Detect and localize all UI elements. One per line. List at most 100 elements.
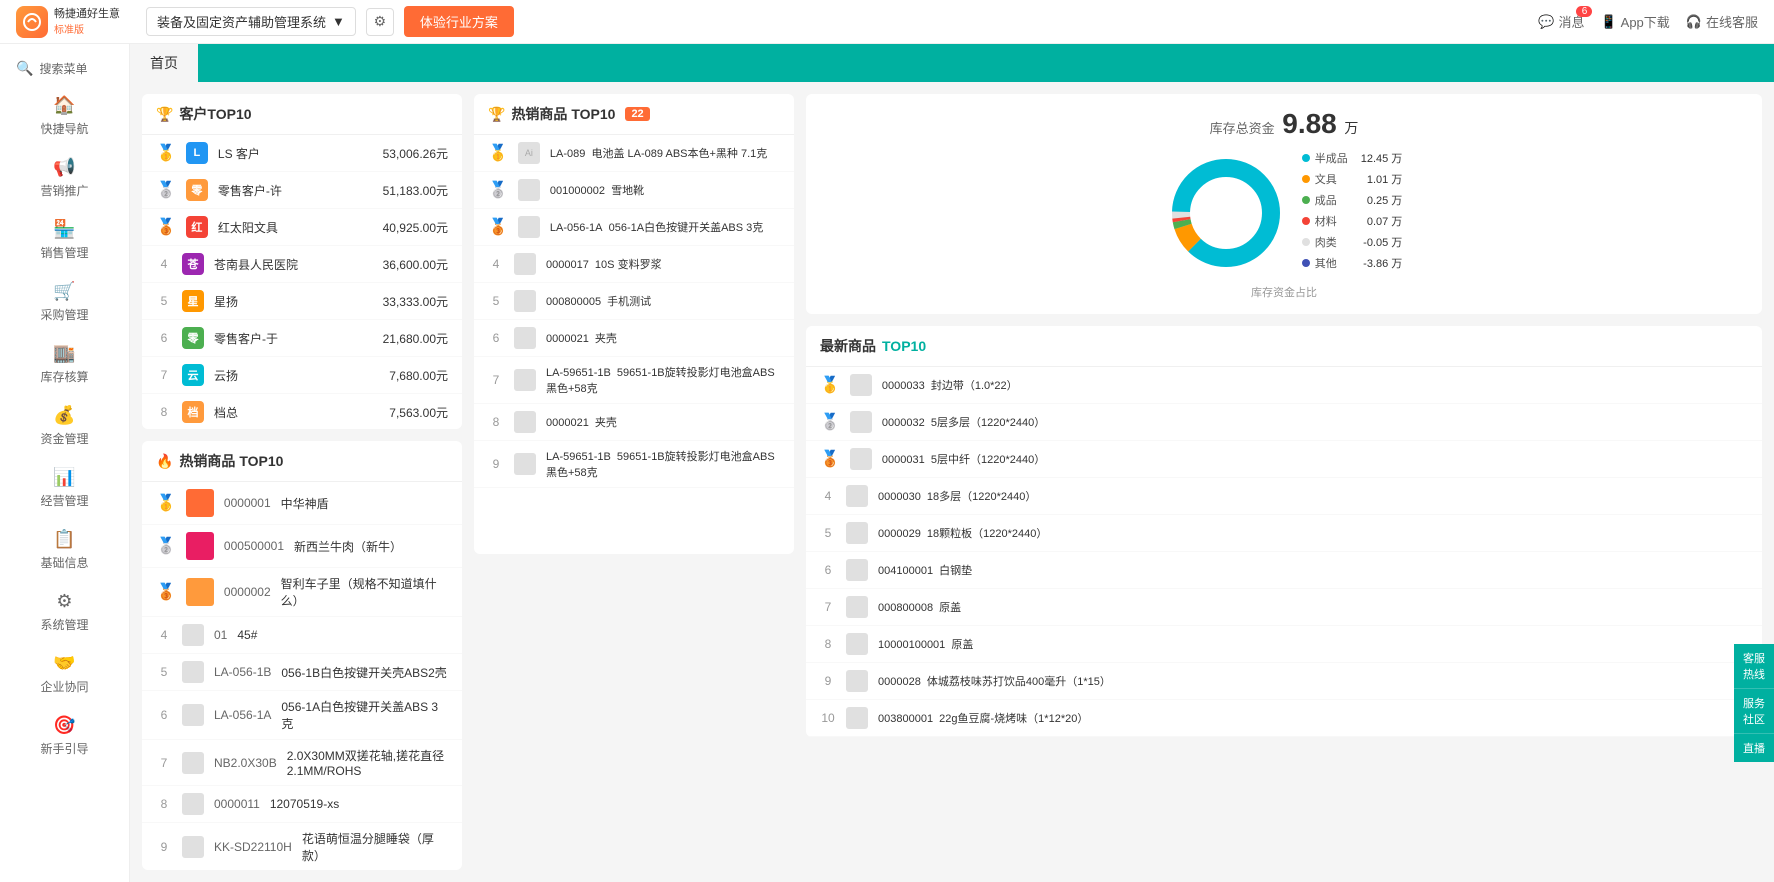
sold-product-8[interactable]: 8 0000021 夹壳 [474,404,794,441]
hot-product-3[interactable]: 🥉 0000002 智利车子里（规格不知道填什么） [142,568,462,617]
inventory-legend: 半成品 12.45 万 文具 1.01 万 成品 0 [1302,150,1403,276]
new-product-img-5 [846,522,868,544]
sold-product-9[interactable]: 9 LA-59651-1B 59651-1B旋转投影灯电池盒ABS黑色+58克 [474,441,794,488]
sold-product-7[interactable]: 7 LA-59651-1B 59651-1B旋转投影灯电池盒ABS黑色+58克 [474,357,794,404]
customer-item-6[interactable]: 6 零 零售客户-于 21,680.00元 [142,320,462,357]
new-product-8[interactable]: 8 10000100001 原盖 [806,626,1762,663]
new-product-7[interactable]: 7 000800008 原盖 [806,589,1762,626]
new-product-10[interactable]: 10 003800001 22g鱼豆腐-烧烤味（1*12*20） [806,700,1762,737]
sidebar-item-purchase[interactable]: 🛒 采购管理 [0,271,129,333]
new-product-img-3 [850,448,872,470]
hot-product-5[interactable]: 5 LA-056-1B 056-1B白色按键开关壳ABS2壳 [142,654,462,691]
sales-icon: 🏪 [53,219,75,240]
new-product-9[interactable]: 9 0000028 体城荔枝味苏打饮品400毫升（1*15） [806,663,1762,700]
customer-value-8: 7,563.00元 [389,404,448,421]
legend-dot-1 [1302,154,1310,162]
sold-product-1[interactable]: 🥇 Ai LA-089 电池盖 LA-089 ABS本色+黑种 7.1克 [474,135,794,172]
customer-item-3[interactable]: 🥉 红 红太阳文具 40,925.00元 [142,209,462,246]
hot-product-1[interactable]: 🥇 0000001 中华神盾 [142,482,462,525]
fire-icon: 🔥 [156,453,173,470]
customer-item-1[interactable]: 🥇 L LS 客户 53,006.26元 [142,135,462,172]
message-button[interactable]: 💬 消息 6 [1538,12,1584,31]
legend-item-5: 肉类 -0.05 万 [1302,234,1403,250]
hot-product-7[interactable]: 7 NB2.0X30B 2.0X30MM双搓花轴,搓花直径2.1MM/ROHS [142,740,462,786]
marketing-icon: 📢 [53,157,75,178]
avatar-5: 星 [182,290,204,312]
sidebar-item-management[interactable]: 📊 经营管理 [0,457,129,519]
app-download-button[interactable]: 📱 App下载 [1600,12,1669,31]
sold-product-2[interactable]: 🥈 001000002 雪地靴 [474,172,794,209]
avatar-2: 零 [186,179,208,201]
sold-product-5[interactable]: 5 000800005 手机测试 [474,283,794,320]
avatar-6: 零 [182,327,204,349]
hot-product-9[interactable]: 9 KK-SD22110H 花语萌恒温分腿睡袋（厚款） [142,823,462,870]
medal-3-icon: 🥉 [156,217,176,237]
customer-item-7[interactable]: 7 云 云扬 7,680.00元 [142,357,462,394]
new-product-4[interactable]: 4 0000030 18多层（1220*2440） [806,478,1762,515]
avatar-1: L [186,142,208,164]
hot-product-6[interactable]: 6 LA-056-1A 056-1A白色按键开关盖ABS 3克 [142,691,462,740]
system-selector[interactable]: 装备及固定资产辅助管理系统 ▼ [146,7,356,36]
customer-value-4: 36,600.00元 [383,256,448,273]
top-sold-title: 🏆 热销商品 TOP10 22 [474,94,794,135]
float-btn-live[interactable]: 直播 [1734,734,1774,762]
sold-product-img-7 [514,369,536,391]
hot-products-card: 🔥 热销商品 TOP10 🥇 0000001 中华神盾 🥈 000 [142,441,462,870]
new-product-5[interactable]: 5 0000029 18颗粒板（1220*2440） [806,515,1762,552]
legend-item-2: 文具 1.01 万 [1302,171,1403,187]
sold-product-6[interactable]: 6 0000021 夹壳 [474,320,794,357]
customer-name-8: 档总 [214,404,379,421]
new-product-img-8 [846,633,868,655]
customer-item-8[interactable]: 8 档 档总 7,563.00元 [142,394,462,429]
online-service-button[interactable]: 🎧 在线客服 [1686,12,1758,31]
new-product-2[interactable]: 🥈 0000032 5层多层（1220*2440） [806,404,1762,441]
sidebar-item-sales[interactable]: 🏪 销售管理 [0,209,129,271]
sidebar-item-marketing[interactable]: 📢 营销推广 [0,147,129,209]
sidebar-item-system[interactable]: ⚙ 系统管理 [0,581,129,643]
trial-button[interactable]: 体验行业方案 [404,6,514,37]
tab-home[interactable]: 首页 [130,44,198,82]
sold-product-3[interactable]: 🥉 LA-056-1A 056-1A白色按键开关盖ABS 3克 [474,209,794,246]
sold-product-4[interactable]: 4 0000017 10S 变料罗浆 [474,246,794,283]
new-product-1[interactable]: 🥇 0000033 封边带（1.0*22） [806,367,1762,404]
trophy-icon: 🏆 [156,106,173,123]
customer-name-4: 苍南县人民医院 [214,256,373,273]
finance-icon: 💰 [53,405,75,426]
customer-item-2[interactable]: 🥈 零 零售客户-许 51,183.00元 [142,172,462,209]
customer-item-5[interactable]: 5 星 星扬 33,333.00元 [142,283,462,320]
sidebar-item-cooperation[interactable]: 🤝 企业协同 [0,643,129,705]
hot-product-4[interactable]: 4 01 45# [142,617,462,654]
product-img-9 [182,836,204,858]
customer-name-1: LS 客户 [218,145,373,162]
avatar-8: 档 [182,401,204,423]
customer-value-1: 53,006.26元 [383,145,448,162]
hot-product-2[interactable]: 🥈 000500001 新西兰牛肉（新牛） [142,525,462,568]
float-btn-service[interactable]: 客服热线 [1734,644,1774,689]
float-btn-community[interactable]: 服务社区 [1734,689,1774,734]
legend-dot-6 [1302,259,1310,267]
message-icon: 💬 [1538,14,1554,30]
customer-item-4[interactable]: 4 苍 苍南县人民医院 36,600.00元 [142,246,462,283]
customer-name-3: 红太阳文具 [218,219,373,236]
new-product-3[interactable]: 🥉 0000031 5层中纤（1220*2440） [806,441,1762,478]
main-layout: 🔍 搜索菜单 🏠 快捷导航 📢 营销推广 🏪 销售管理 🛒 采购管理 🏬 库存核… [0,44,1774,882]
sidebar-item-guide[interactable]: 🎯 新手引导 [0,705,129,767]
hot-product-8[interactable]: 8 0000011 12070519-xs [142,786,462,823]
legend-dot-2 [1302,175,1310,183]
search-item[interactable]: 🔍 搜索菜单 [0,52,129,85]
sidebar-item-inventory[interactable]: 🏬 库存核算 [0,333,129,395]
sold-product-img-2 [518,179,540,201]
settings-button[interactable]: ⚙ [366,8,394,36]
medal-2-icon: 🥈 [156,180,176,200]
customer-value-5: 33,333.00元 [383,293,448,310]
sold-product-img-1: Ai [518,142,540,164]
sidebar: 🔍 搜索菜单 🏠 快捷导航 📢 营销推广 🏪 销售管理 🛒 采购管理 🏬 库存核… [0,44,130,882]
sidebar-item-home[interactable]: 🏠 快捷导航 [0,85,129,147]
customer-name-7: 云扬 [214,367,379,384]
sidebar-item-basics[interactable]: 📋 基础信息 [0,519,129,581]
header-right: 💬 消息 6 📱 App下载 🎧 在线客服 [1538,12,1758,31]
new-product-6[interactable]: 6 004100001 白钢垫 [806,552,1762,589]
basics-icon: 📋 [53,529,75,550]
legend-dot-3 [1302,196,1310,204]
sidebar-item-finance[interactable]: 💰 资金管理 [0,395,129,457]
